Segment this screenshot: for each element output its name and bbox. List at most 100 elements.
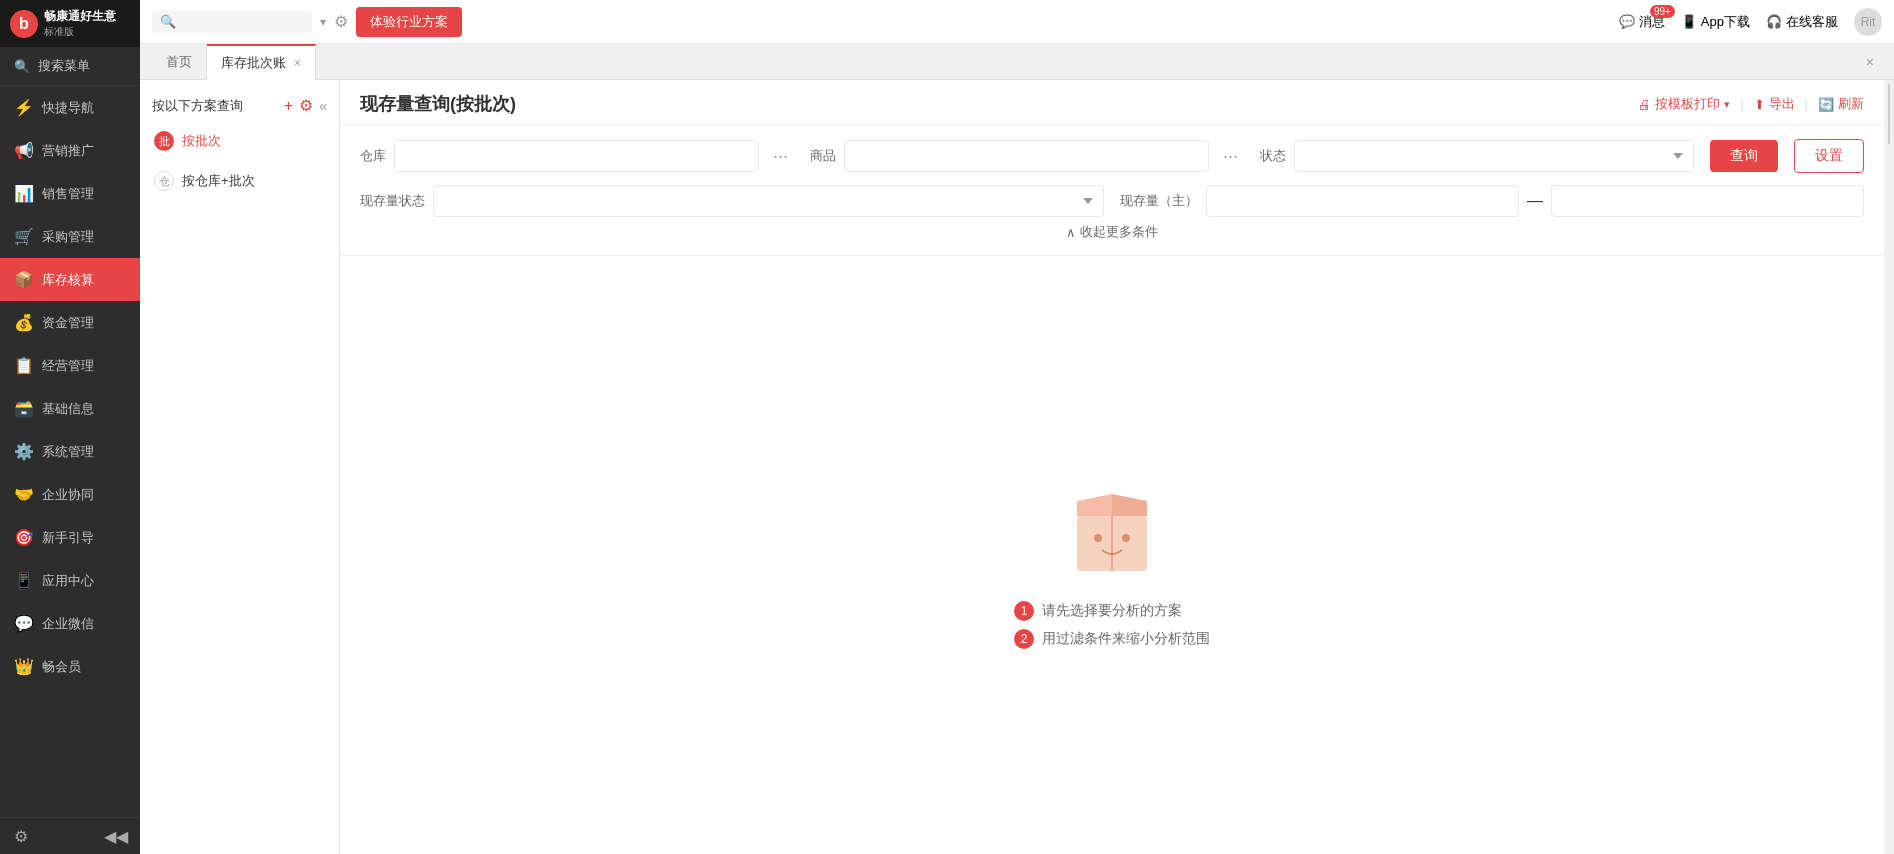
nav-label-wechat: 企业微信: [42, 615, 94, 633]
schema-by-batch-icon: 批: [154, 131, 174, 151]
tab-inventory-batch[interactable]: 库存批次账 ×: [207, 44, 316, 80]
topbar-search-input[interactable]: [180, 15, 280, 29]
brand-logo: b: [10, 10, 38, 38]
filter-row-2: 现存量状态 现存量（主） —: [360, 185, 1864, 217]
qty-to-input[interactable]: [1551, 185, 1864, 217]
action-sep-1: |: [1740, 97, 1743, 112]
experience-btn[interactable]: 体验行业方案: [356, 7, 462, 37]
main-area: 🔍 ▾ ⚙ 体验行业方案 💬 消息 99+ 📱 App下载 🎧 在线客服: [140, 0, 1894, 854]
sidebar-item-newbie[interactable]: 🎯 新手引导: [0, 516, 140, 559]
collapse-more-btn[interactable]: ∧ 收起更多条件: [360, 217, 1864, 241]
product-more-icon[interactable]: ···: [1217, 146, 1244, 167]
nav-label-marketing: 营销推广: [42, 142, 94, 160]
finance-icon: 💰: [14, 313, 34, 332]
schema-by-batch-label: 按批次: [182, 132, 221, 150]
inventory-icon: 📦: [14, 270, 34, 289]
settings-bottom-icon[interactable]: ⚙: [14, 827, 28, 846]
topbar-search-wrap: 🔍: [152, 10, 312, 33]
nav-label-basic: 基础信息: [42, 400, 94, 418]
qty-dash: —: [1527, 192, 1543, 210]
empty-text: 1 请先选择要分析的方案 2 用过滤条件来缩小分析范围: [1014, 601, 1210, 649]
marketing-icon: 📢: [14, 141, 34, 160]
svg-point-4: [1094, 534, 1102, 542]
sidebar-item-purchase[interactable]: 🛒 采购管理: [0, 215, 140, 258]
tab-home-label: 首页: [166, 53, 192, 71]
sidebar-item-finance[interactable]: 💰 资金管理: [0, 301, 140, 344]
status-select[interactable]: [1294, 140, 1694, 172]
app-download-btn[interactable]: 📱 App下载: [1681, 13, 1750, 31]
messages-btn[interactable]: 💬 消息 99+: [1619, 13, 1665, 31]
print-btn[interactable]: 🖨 按模板打印 ▾: [1638, 95, 1730, 113]
step-1-num: 1: [1014, 601, 1034, 621]
tab-home[interactable]: 首页: [152, 44, 207, 80]
warehouse-more-icon[interactable]: ···: [767, 146, 794, 167]
product-label: 商品: [810, 147, 836, 165]
add-schema-btn[interactable]: +: [284, 97, 293, 115]
scrollbar-thumb[interactable]: [1888, 84, 1890, 144]
messages-badge: 99+: [1650, 5, 1675, 18]
sidebar-collapse-btn[interactable]: ◀◀: [106, 826, 126, 846]
sidebar-item-vip[interactable]: 👑 畅会员: [0, 645, 140, 688]
print-dropdown-icon[interactable]: ▾: [1724, 98, 1730, 111]
tab-close-icon[interactable]: ×: [294, 56, 301, 70]
app-download-label: App下载: [1701, 13, 1750, 31]
sidebar-item-basic[interactable]: 🗃️ 基础信息: [0, 387, 140, 430]
topbar-gear-icon[interactable]: ⚙: [334, 12, 348, 31]
product-input[interactable]: [844, 140, 1209, 172]
left-panel: 按以下方案查询 + ⚙ « 批 按批次 仓 按仓库+批次: [140, 80, 340, 854]
status-filter: 状态: [1260, 140, 1694, 172]
tab-bar: 首页 库存批次账 × ×: [140, 44, 1894, 80]
sidebar-item-apps[interactable]: 📱 应用中心: [0, 559, 140, 602]
sidebar-item-sales[interactable]: 📊 销售管理: [0, 172, 140, 215]
empty-illustration: [1052, 461, 1172, 581]
user-avatar[interactable]: Rit: [1854, 8, 1882, 36]
sidebar-item-marketing[interactable]: 📢 营销推广: [0, 129, 140, 172]
sidebar-bottom: ⚙ ◀◀: [0, 817, 140, 854]
settings-button[interactable]: 设置: [1794, 139, 1864, 173]
collapse-more-label: 收起更多条件: [1080, 223, 1158, 241]
stock-status-select[interactable]: [433, 185, 1104, 217]
apps-icon: 📱: [14, 571, 34, 590]
stock-status-filter: 现存量状态: [360, 185, 1104, 217]
purchase-icon: 🛒: [14, 227, 34, 246]
sales-icon: 📊: [14, 184, 34, 203]
empty-step-2: 2 用过滤条件来缩小分析范围: [1014, 629, 1210, 649]
collapse-more-icon: ∧: [1066, 225, 1076, 240]
sidebar-item-inventory[interactable]: 📦 库存核算: [0, 258, 140, 301]
stock-status-label: 现存量状态: [360, 192, 425, 210]
print-label: 按模板打印: [1655, 95, 1720, 113]
collapse-panel-btn[interactable]: «: [319, 98, 327, 114]
phone-icon: 📱: [1681, 14, 1697, 29]
nav-label-vip: 畅会员: [42, 658, 81, 676]
online-service-btn[interactable]: 🎧 在线客服: [1766, 13, 1838, 31]
sidebar-item-operations[interactable]: 📋 经营管理: [0, 344, 140, 387]
refresh-btn[interactable]: 🔄 刷新: [1818, 95, 1864, 113]
topbar-dropdown-icon[interactable]: ▾: [320, 15, 326, 29]
wechat-icon: 💬: [14, 614, 34, 633]
schema-settings-btn[interactable]: ⚙: [299, 96, 313, 115]
topbar: 🔍 ▾ ⚙ 体验行业方案 💬 消息 99+ 📱 App下载 🎧 在线客服: [140, 0, 1894, 44]
warehouse-input[interactable]: [394, 140, 759, 172]
sidebar-item-wechat[interactable]: 💬 企业微信: [0, 602, 140, 645]
nav-label-sales: 销售管理: [42, 185, 94, 203]
schema-by-batch[interactable]: 批 按批次: [140, 121, 339, 161]
export-btn[interactable]: ⬆ 导出: [1754, 95, 1795, 113]
sidebar-scroll: 🔍 搜索菜单 ⚡ 快捷导航 📢 营销推广 📊 销售管理 🛒 采购管理 📦 库存核…: [0, 47, 140, 817]
schema-by-warehouse-batch[interactable]: 仓 按仓库+批次: [140, 161, 339, 201]
quick-nav-icon: ⚡: [14, 98, 34, 117]
tab-inventory-batch-label: 库存批次账: [221, 54, 286, 72]
tab-bar-right: ×: [1858, 54, 1882, 70]
query-button[interactable]: 查询: [1710, 140, 1778, 172]
sidebar-item-search[interactable]: 🔍 搜索菜单: [0, 47, 140, 86]
sidebar-item-enterprise[interactable]: 🤝 企业协同: [0, 473, 140, 516]
close-all-tabs-btn[interactable]: ×: [1858, 54, 1882, 70]
operations-icon: 📋: [14, 356, 34, 375]
nav-label-purchase: 采购管理: [42, 228, 94, 246]
sidebar-item-quick-nav[interactable]: ⚡ 快捷导航: [0, 86, 140, 129]
step-2-num: 2: [1014, 629, 1034, 649]
filter-row-1: 仓库 ··· 商品 ··· 状态 查询: [360, 139, 1864, 173]
vip-icon: 👑: [14, 657, 34, 676]
sidebar-item-system[interactable]: ⚙️ 系统管理: [0, 430, 140, 473]
qty-from-input[interactable]: [1206, 185, 1519, 217]
headphone-icon: 🎧: [1766, 14, 1782, 29]
